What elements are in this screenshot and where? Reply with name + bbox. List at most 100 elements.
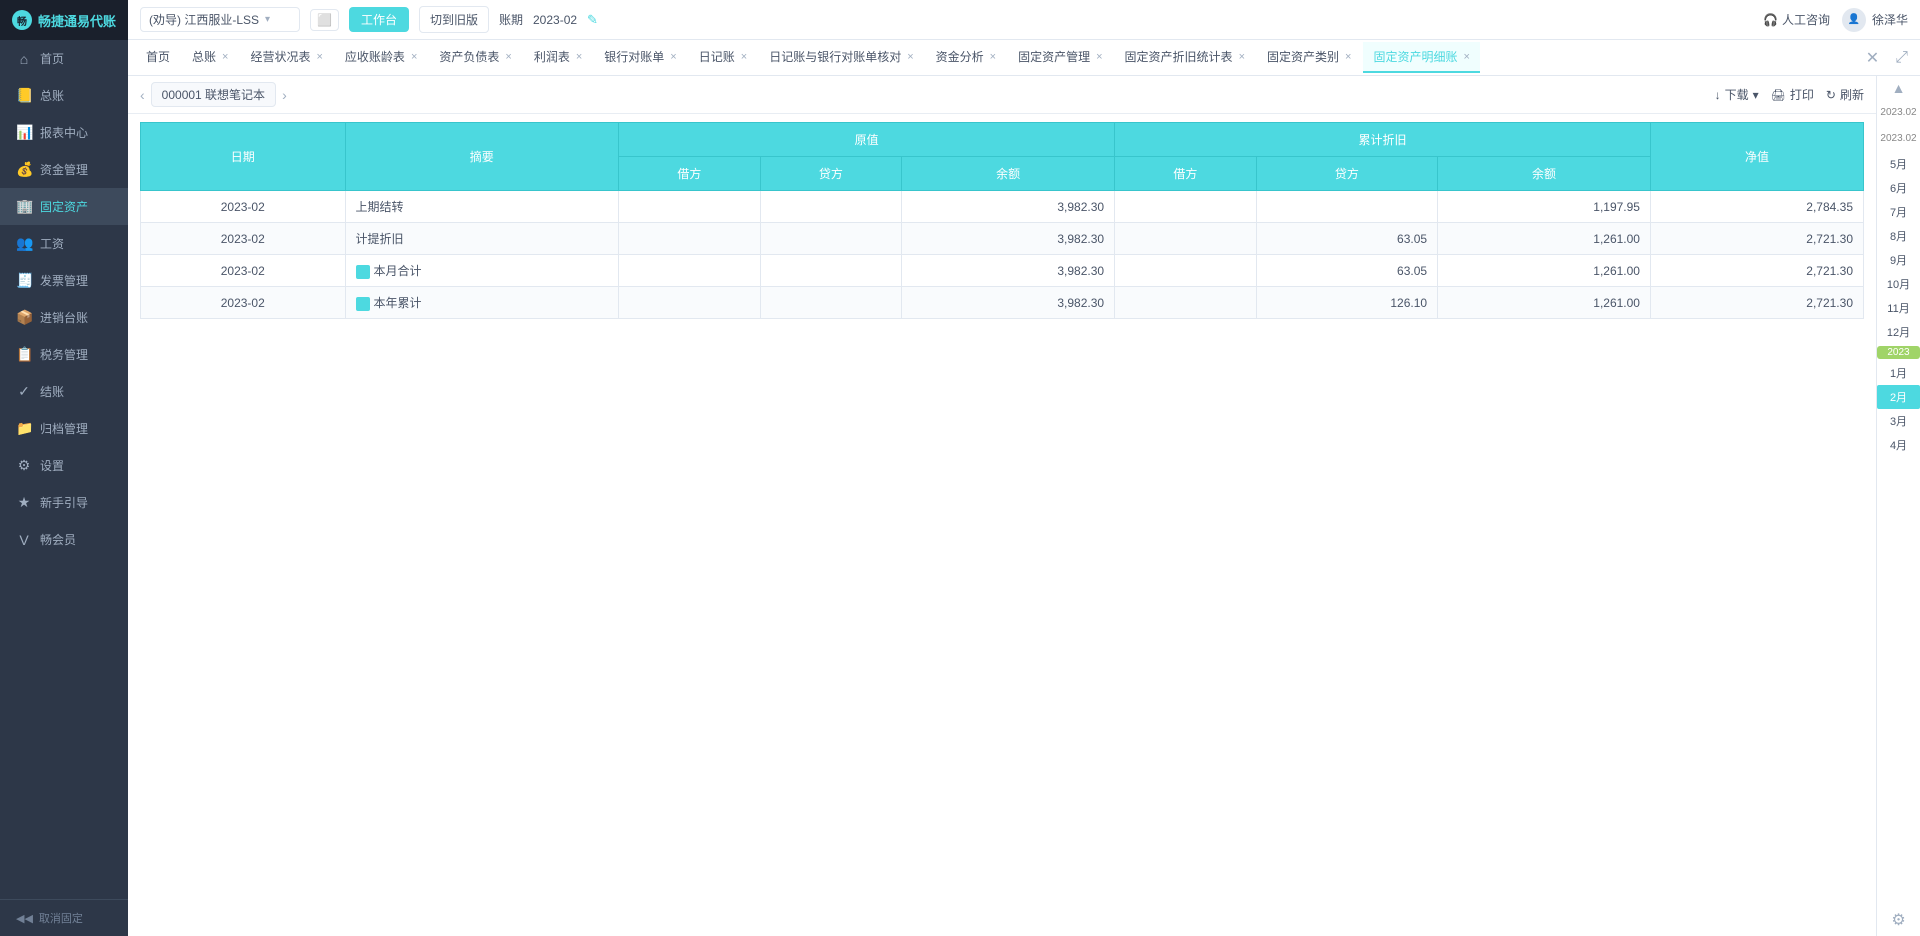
rp-month[interactable]: 3月 (1877, 409, 1920, 433)
th-orig-balance: 余额 (902, 157, 1115, 191)
tab-close-fa_detail[interactable]: × (1463, 51, 1469, 63)
tab-fa_detail[interactable]: 固定资产明细账× (1363, 42, 1479, 73)
sidebar-item-reports[interactable]: 📊报表中心 (0, 114, 128, 151)
switch-version-button[interactable]: 切到旧版 (419, 6, 489, 33)
sidebar-unpin[interactable]: ◀◀ 取消固定 (0, 899, 128, 936)
sidebar-item-ledger[interactable]: 📒总账 (0, 77, 128, 114)
support-link[interactable]: 🎧 人工咨询 (1763, 11, 1830, 28)
rp-month[interactable]: 9月 (1877, 248, 1920, 272)
tab-receivables[interactable]: 应收账龄表× (335, 42, 427, 73)
tab-close-all-icon[interactable]: ✕ (1862, 48, 1883, 68)
tab-journal[interactable]: 日记账× (689, 42, 757, 73)
print-icon: 🖨 (1771, 88, 1786, 102)
sidebar-item-tax[interactable]: 📋税务管理 (0, 336, 128, 373)
tab-close-receivables[interactable]: × (411, 51, 417, 63)
tab-label-fa_mgmt: 固定资产管理 (1018, 48, 1090, 65)
cell-desc: 本年累计 (345, 287, 619, 319)
th-netvalue: 净值 (1650, 123, 1863, 191)
tab-profit[interactable]: 利润表× (524, 42, 592, 73)
nav-label-fa: 固定资产 (40, 198, 88, 215)
tab-close-fa_depr[interactable]: × (1239, 51, 1245, 63)
nav-label-sales: 进销台账 (40, 309, 88, 326)
cell-acc-debit (1115, 287, 1257, 319)
nav-label-settings: 设置 (40, 457, 64, 474)
nav-icon-sales: 📦 (16, 309, 32, 326)
print-button[interactable]: 🖨 打印 (1771, 86, 1814, 103)
tab-close-journal[interactable]: × (741, 51, 747, 63)
tab-fund_analysis[interactable]: 资金分析× (926, 42, 1006, 73)
cell-net-value: 2,721.30 (1650, 223, 1863, 255)
tab-controls: ✕ ⤢ (1862, 48, 1912, 68)
sidebar-item-payroll[interactable]: 👥工资 (0, 225, 128, 262)
sidebar-item-guide[interactable]: ★新手引导 (0, 484, 128, 521)
tab-fa_class[interactable]: 固定资产类别× (1257, 42, 1361, 73)
nav-icon-invoice: 🧾 (16, 272, 32, 289)
tab-close-bank_reconcile[interactable]: × (907, 51, 913, 63)
user-name: 徐泽华 (1872, 11, 1908, 28)
headset-icon: 🎧 (1763, 13, 1778, 27)
tab-label-home: 首页 (146, 48, 170, 65)
download-button[interactable]: ↓ 下载 ▾ (1715, 86, 1759, 103)
tab-balance[interactable]: 资产负债表× (429, 42, 521, 73)
tab-expand-icon[interactable]: ⤢ (1891, 49, 1912, 67)
scroll-up-icon[interactable]: ▲ (1888, 76, 1910, 100)
tab-close-fund_analysis[interactable]: × (990, 51, 996, 63)
rp-month[interactable]: 6月 (1877, 176, 1920, 200)
tab-close-ledger[interactable]: × (222, 51, 228, 63)
nav-next-icon[interactable]: › (282, 87, 287, 103)
cell-acc-debit (1115, 255, 1257, 287)
cell-orig-balance: 3,982.30 (902, 255, 1115, 287)
sidebar-item-vip[interactable]: V畅会员 (0, 521, 128, 558)
tab-close-profit[interactable]: × (576, 51, 582, 63)
sidebar-item-home[interactable]: ⌂首页 (0, 40, 128, 77)
sidebar-item-closing[interactable]: ✓结账 (0, 373, 128, 410)
rp-month[interactable]: 12月 (1877, 320, 1920, 344)
sidebar-item-invoice[interactable]: 🧾发票管理 (0, 262, 128, 299)
cell-orig-debit (619, 287, 761, 319)
edit-period-icon[interactable]: ✎ (587, 12, 598, 28)
cell-desc: 上期结转 (345, 191, 619, 223)
rp-month[interactable]: 5月 (1877, 152, 1920, 176)
tab-bank[interactable]: 银行对账单× (594, 42, 686, 73)
sidebar-item-fa[interactable]: 🏢固定资产 (0, 188, 128, 225)
sidebar-item-funds[interactable]: 💰资金管理 (0, 151, 128, 188)
tag-icon (356, 265, 370, 279)
nav-prev-icon[interactable]: ‹ (140, 87, 145, 103)
settings-icon[interactable]: ⚙ (1885, 904, 1911, 936)
tab-home[interactable]: 首页 (136, 42, 180, 73)
tab-bank_reconcile[interactable]: 日记账与银行对账单核对× (759, 42, 923, 73)
nav-label-archive: 归档管理 (40, 420, 88, 437)
tab-close-fa_class[interactable]: × (1345, 51, 1351, 63)
user-area[interactable]: 👤 徐泽华 (1842, 8, 1908, 32)
refresh-button[interactable]: ↻ 刷新 (1826, 86, 1864, 103)
rp-month[interactable]: 4月 (1877, 433, 1920, 457)
sidebar-item-sales[interactable]: 📦 进销台账 (0, 299, 128, 336)
th-acc-debit: 借方 (1115, 157, 1257, 191)
rp-month[interactable]: 2月 (1877, 385, 1920, 409)
tab-fa_depr[interactable]: 固定资产折旧统计表 × (1115, 42, 1255, 73)
tab-fa_mgmt[interactable]: 固定资产管理 × (1008, 42, 1112, 73)
tab-label-fa_depr: 固定资产折旧统计表 (1125, 48, 1233, 65)
tab-close-balance[interactable]: × (505, 51, 511, 63)
tab-close-bank[interactable]: × (670, 51, 676, 63)
cell-date: 2023-02 (141, 287, 346, 319)
tab-operations[interactable]: 经营状况表× (240, 42, 332, 73)
rp-month[interactable]: 7月 (1877, 200, 1920, 224)
asset-breadcrumb[interactable]: 000001 联想笔记本 (151, 82, 276, 107)
work-bench-button[interactable]: 工作台 (349, 7, 409, 32)
sidebar-item-settings[interactable]: ⚙ 设置 (0, 447, 128, 484)
rp-month[interactable]: 8月 (1877, 224, 1920, 248)
rp-month[interactable]: 1月 (1877, 361, 1920, 385)
company-selector[interactable]: (劝导) 江西服业-LSS ▾ (140, 7, 300, 32)
asset-nav-right: ↓ 下载 ▾ 🖨 打印 ↻ 刷新 (1715, 86, 1864, 103)
copy-button[interactable]: ⬜ (310, 9, 339, 31)
rp-month[interactable]: 10月 (1877, 272, 1920, 296)
nav-icon-settings: ⚙ (16, 457, 32, 474)
tab-close-fa_mgmt[interactable]: × (1096, 51, 1102, 63)
sidebar-item-archive[interactable]: 📁归档管理 (0, 410, 128, 447)
avatar: 👤 (1842, 8, 1866, 32)
cell-acc-credit (1256, 191, 1437, 223)
tab-close-operations[interactable]: × (316, 51, 322, 63)
tab-ledger[interactable]: 总账× (182, 42, 238, 73)
rp-month[interactable]: 11月 (1877, 296, 1920, 320)
